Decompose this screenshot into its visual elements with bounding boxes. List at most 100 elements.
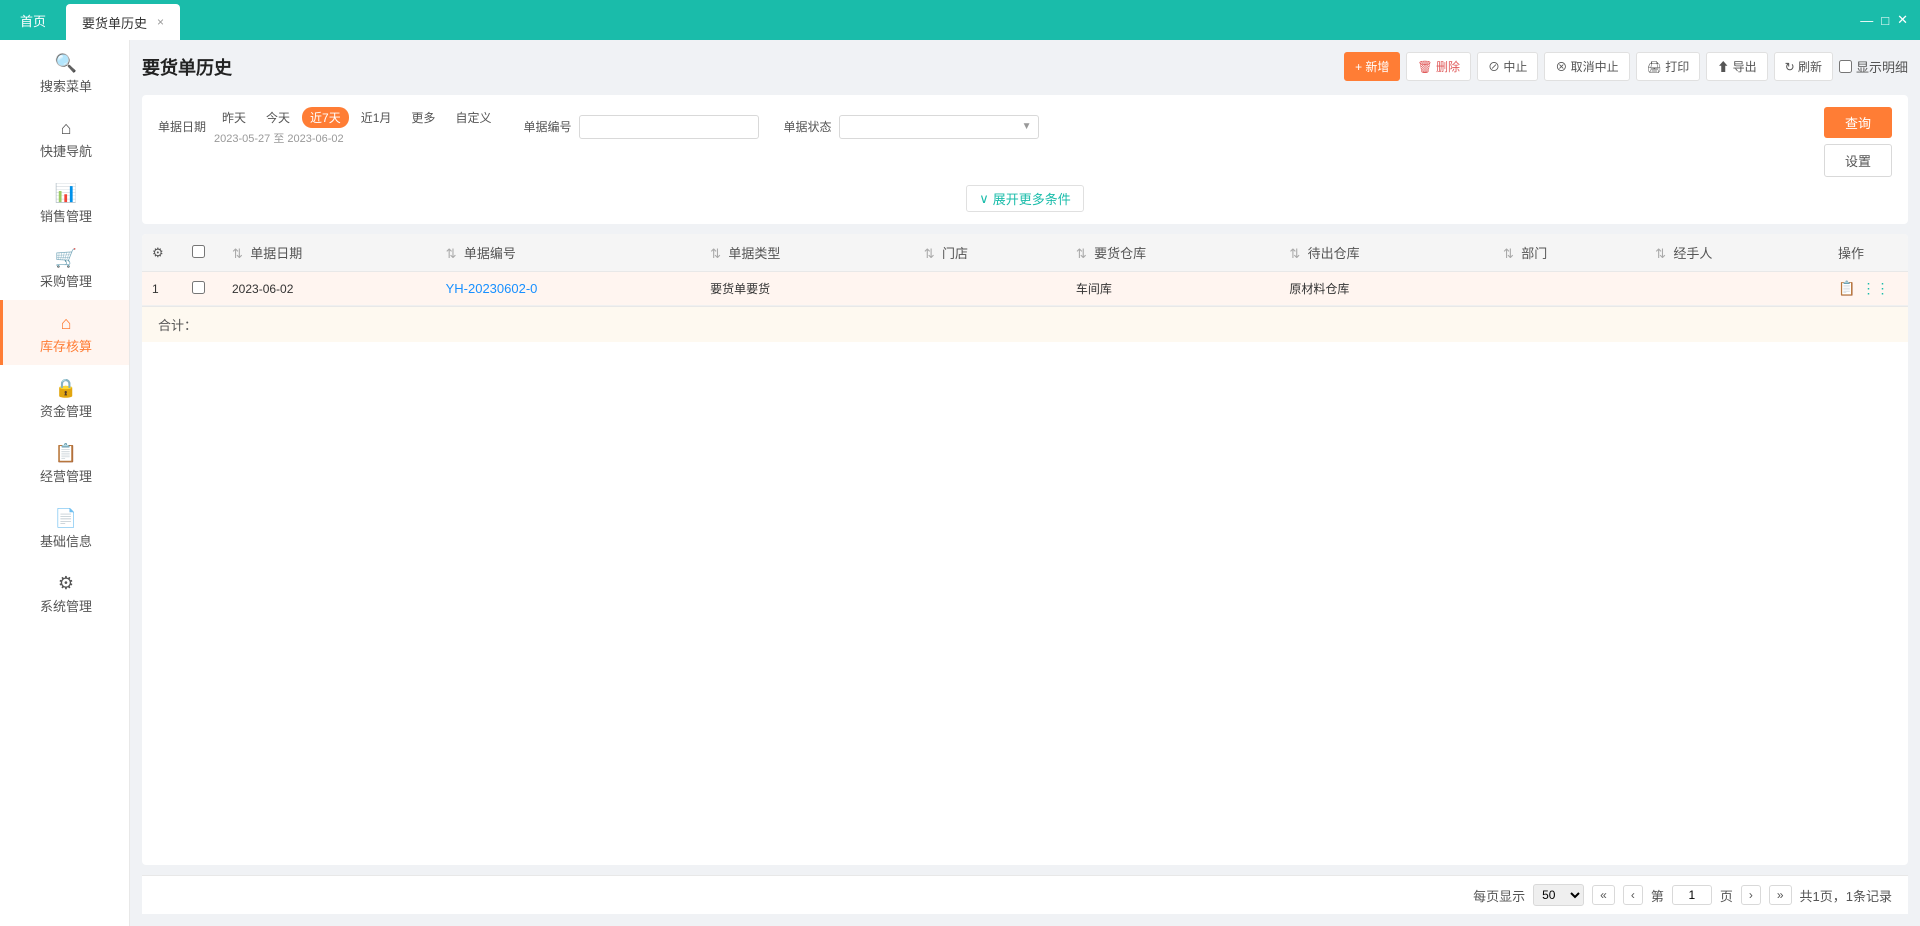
system-mgmt-icon: ⚙ <box>58 574 74 592</box>
cancel-stop-button[interactable]: ⊗ 取消中止 <box>1544 52 1629 81</box>
sales-mgmt-icon: 📊 <box>55 184 77 202</box>
status-filter-group: 单据状态 ▼ <box>783 115 1039 139</box>
basic-info-icon: 📄 <box>55 509 77 527</box>
refresh-button[interactable]: ↻ 刷新 <box>1774 52 1833 81</box>
page-size-select[interactable]: 50 20 100 200 <box>1533 884 1584 906</box>
top-bar: 首页 要货单历史 × — □ ✕ <box>0 0 1920 40</box>
sidebar-item-label: 资金管理 <box>40 401 92 420</box>
row-no: YH-20230602-0 <box>436 272 701 306</box>
filter-fields: 单据日期 昨天 今天 近7天 近1月 更多 自定义 2023-05-27 至 2… <box>158 107 1808 146</box>
col-handler-label: 经手人 <box>1673 246 1712 261</box>
sidebar-item-system-mgmt[interactable]: ⚙ 系统管理 <box>0 560 129 625</box>
tab-close-icon[interactable]: × <box>157 15 164 29</box>
table-footer: 合计： <box>142 306 1908 342</box>
sidebar-item-label: 经营管理 <box>40 466 92 485</box>
minimize-icon[interactable]: — <box>1860 13 1873 28</box>
stop-button[interactable]: ⊘ 中止 <box>1477 52 1538 81</box>
row-action: 📋 ⋮⋮ <box>1828 272 1908 306</box>
print-button[interactable]: 🖨 打印 <box>1636 52 1701 81</box>
prev-page-button[interactable]: ‹ <box>1623 885 1643 905</box>
expand-more-label: 展开更多条件 <box>993 189 1071 208</box>
add-button[interactable]: + 新增 <box>1344 52 1400 81</box>
order-no-filter-group: 单据编号 <box>523 115 759 139</box>
delete-button[interactable]: 🗑 删除 <box>1406 52 1471 81</box>
col-action-label: 操作 <box>1838 246 1864 261</box>
last-page-button[interactable]: » <box>1769 885 1792 905</box>
status-select[interactable] <box>839 115 1039 139</box>
sidebar-item-finance-mgmt[interactable]: 🔒 资金管理 <box>0 365 129 430</box>
query-button[interactable]: 查询 <box>1824 107 1892 138</box>
date-opt-custom[interactable]: 自定义 <box>447 107 499 128</box>
date-sort-icon: ⇅ <box>232 246 243 261</box>
col-dept-label: 部门 <box>1521 246 1547 261</box>
col-type-label: 单据类型 <box>728 246 780 261</box>
tab-active[interactable]: 要货单历史 × <box>66 4 180 40</box>
edit-icon[interactable]: 📋 <box>1838 280 1855 297</box>
row-handler <box>1645 272 1828 306</box>
filter-main-row: 单据日期 昨天 今天 近7天 近1月 更多 自定义 2023-05-27 至 2… <box>158 107 1892 177</box>
row-select-checkbox[interactable] <box>192 281 205 294</box>
search-menu-icon: 🔍 <box>55 54 77 72</box>
query-buttons: 查询 设置 <box>1824 107 1892 177</box>
date-options: 昨天 今天 近7天 近1月 更多 自定义 <box>214 107 499 128</box>
table-container: ⚙ ⇅ 单据日期 ⇅ 单据编号 <box>142 234 1908 865</box>
col-store[interactable]: ⇅ 门店 <box>914 234 1066 272</box>
col-action: 操作 <box>1828 234 1908 272</box>
next-page-button[interactable]: › <box>1741 885 1761 905</box>
sidebar-item-purchase-mgmt[interactable]: 🛒 采购管理 <box>0 235 129 300</box>
date-opt-more[interactable]: 更多 <box>403 107 443 128</box>
page-input[interactable] <box>1672 885 1712 905</box>
display-detail-label: 显示明细 <box>1856 57 1908 76</box>
order-no-input[interactable] <box>579 115 759 139</box>
col-type[interactable]: ⇅ 单据类型 <box>700 234 914 272</box>
col-pending-warehouse[interactable]: ⇅ 待出仓库 <box>1279 234 1493 272</box>
col-no[interactable]: ⇅ 单据编号 <box>436 234 701 272</box>
col-checkbox[interactable] <box>182 234 222 272</box>
settings-button[interactable]: 设置 <box>1824 144 1892 177</box>
tab-home[interactable]: 首页 <box>0 0 66 40</box>
sidebar-item-inventory-calc[interactable]: ⌂ 库存核算 <box>0 300 129 365</box>
pagination-bar: 每页显示 50 20 100 200 « ‹ 第 页 › » 共1页，1条记录 <box>142 875 1908 914</box>
more-icon[interactable]: ⋮⋮ <box>1861 280 1889 297</box>
col-date[interactable]: ⇅ 单据日期 <box>222 234 436 272</box>
first-page-button[interactable]: « <box>1592 885 1615 905</box>
row-checkbox[interactable] <box>182 272 222 306</box>
display-detail-check[interactable]: 显示明细 <box>1839 57 1908 76</box>
date-opt-today[interactable]: 今天 <box>258 107 298 128</box>
col-req-warehouse-label: 要货仓库 <box>1094 246 1146 261</box>
date-opt-7days[interactable]: 近7天 <box>302 107 349 128</box>
close-icon[interactable]: ✕ <box>1897 12 1908 28</box>
row-store <box>914 272 1066 306</box>
display-detail-checkbox[interactable] <box>1839 60 1852 73</box>
sidebar-item-quick-nav[interactable]: ⌂ 快捷导航 <box>0 105 129 170</box>
row-type: 要货单要货 <box>700 272 914 306</box>
maximize-icon[interactable]: □ <box>1881 13 1889 28</box>
inventory-calc-icon: ⌂ <box>61 314 72 332</box>
sidebar-item-label: 采购管理 <box>40 271 92 290</box>
col-req-warehouse[interactable]: ⇅ 要货仓库 <box>1066 234 1280 272</box>
row-no-link[interactable]: YH-20230602-0 <box>446 281 538 296</box>
table-header-row: ⚙ ⇅ 单据日期 ⇅ 单据编号 <box>142 234 1908 272</box>
select-all-checkbox[interactable] <box>192 245 205 258</box>
export-button[interactable]: ⬆ 导出 <box>1706 52 1767 81</box>
date-opt-1month[interactable]: 近1月 <box>353 107 400 128</box>
col-dept[interactable]: ⇅ 部门 <box>1493 234 1645 272</box>
action-icons: 📋 ⋮⋮ <box>1838 280 1898 297</box>
sidebar-item-sales-mgmt[interactable]: 📊 销售管理 <box>0 170 129 235</box>
sidebar-item-basic-info[interactable]: 📄 基础信息 <box>0 495 129 560</box>
req-wh-sort-icon: ⇅ <box>1076 246 1087 261</box>
col-settings[interactable]: ⚙ <box>142 234 182 272</box>
date-opt-yesterday[interactable]: 昨天 <box>214 107 254 128</box>
sidebar-item-search-menu[interactable]: 🔍 搜索菜单 <box>0 40 129 105</box>
col-handler[interactable]: ⇅ 经手人 <box>1645 234 1828 272</box>
page-title: 要货单历史 <box>142 54 232 80</box>
sidebar-item-label: 销售管理 <box>40 206 92 225</box>
handler-sort-icon: ⇅ <box>1655 246 1666 261</box>
sidebar-item-operations-mgmt[interactable]: 📋 经营管理 <box>0 430 129 495</box>
expand-more-button[interactable]: ∨ 展开更多条件 <box>966 185 1084 212</box>
status-label: 单据状态 <box>783 118 831 135</box>
tab-active-label: 要货单历史 <box>82 13 147 32</box>
no-sort-icon: ⇅ <box>446 246 457 261</box>
type-sort-icon: ⇅ <box>710 246 721 261</box>
order-no-label: 单据编号 <box>523 118 571 135</box>
